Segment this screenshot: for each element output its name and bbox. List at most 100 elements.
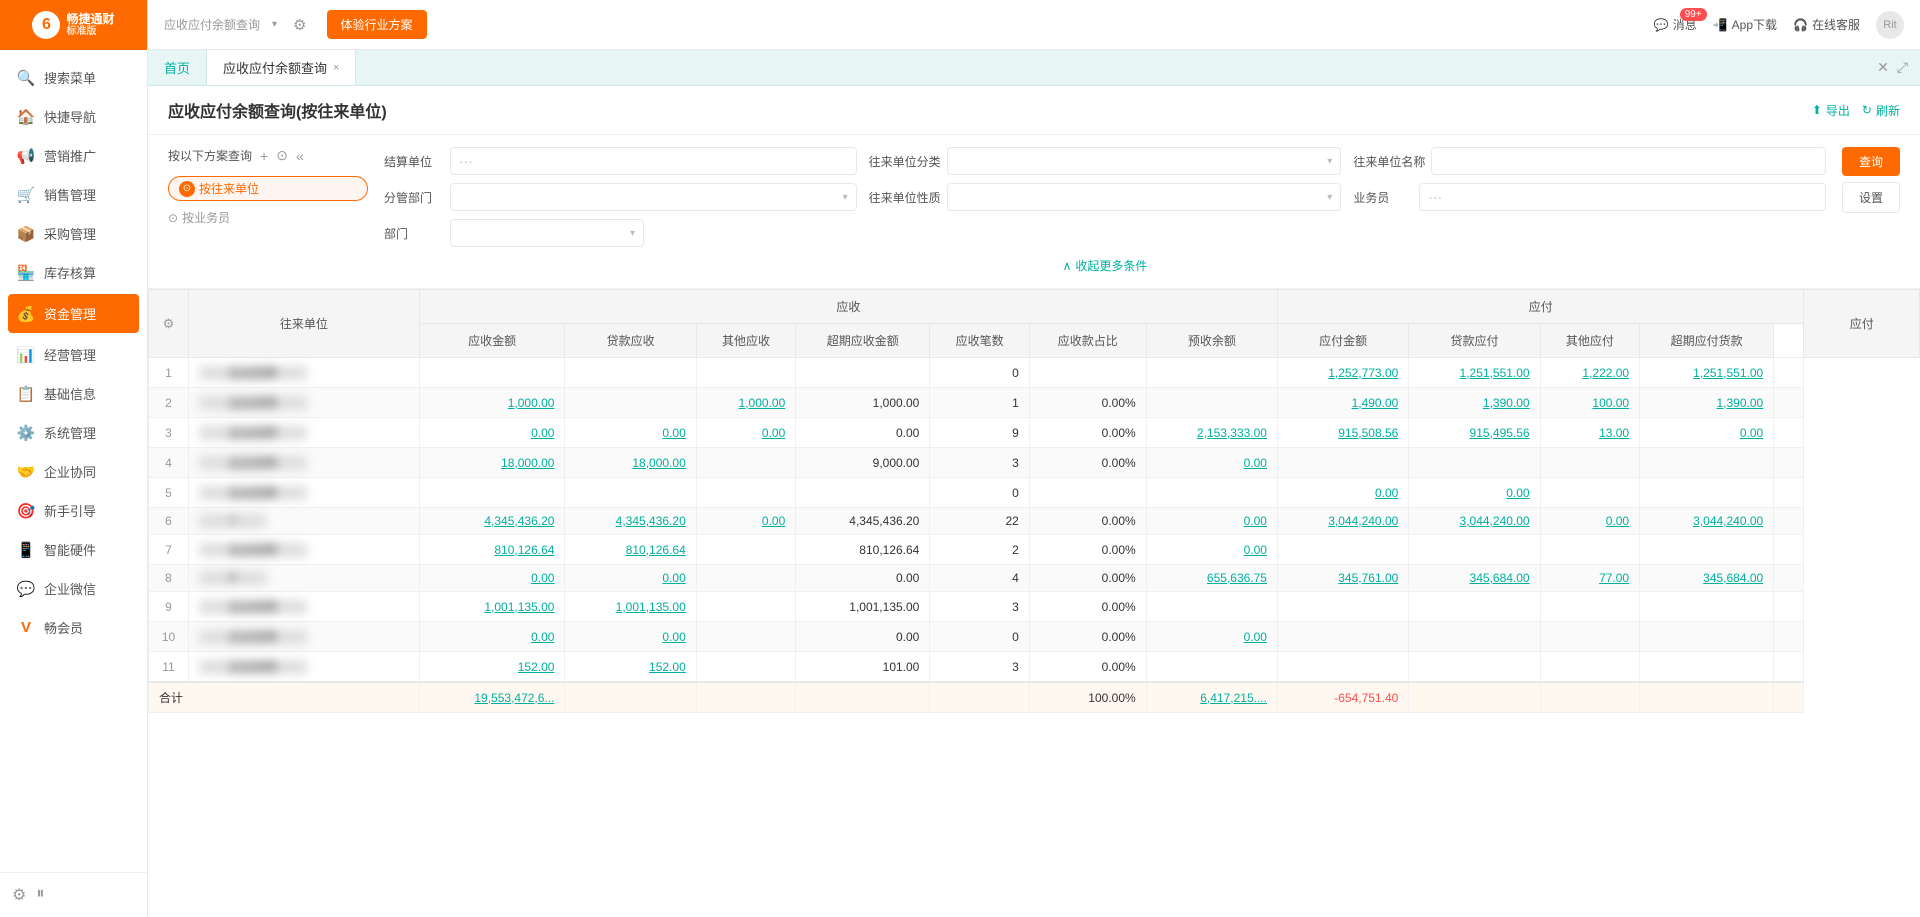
tab-actions: ✕ ⤢ bbox=[1865, 50, 1920, 85]
dept-input[interactable]: ▾ bbox=[450, 219, 644, 247]
th-ap-group: 应付 bbox=[1277, 290, 1804, 324]
filter-row-1: 结算单位 ··· 往来单位分类 ▾ bbox=[384, 147, 1826, 175]
cell-partner: 企业名称 bbox=[189, 652, 420, 683]
message-button[interactable]: 💬 消息 99+ bbox=[1654, 16, 1697, 33]
unit-nature-input[interactable]: ▾ bbox=[947, 183, 1342, 211]
table-row: 4企业名称18,000.0018,000.009,000.0030.00%0.0… bbox=[149, 448, 1920, 478]
sidebar-item-operation[interactable]: 📊 经营管理 bbox=[0, 335, 147, 374]
row-number: 8 bbox=[149, 565, 189, 592]
sidebar-item-guide[interactable]: 🎯 新手引导 bbox=[0, 491, 147, 530]
dept-label: 部门 bbox=[384, 225, 444, 242]
sidebar-item-finance[interactable]: 💰 资金管理 bbox=[8, 294, 139, 333]
filter-by-salesman-button[interactable]: ⊙ 按业务员 bbox=[168, 209, 368, 226]
table-row: 9企业名称1,001,135.001,001,135.001,001,135.0… bbox=[149, 592, 1920, 622]
sidebar-item-hardware[interactable]: 📱 智能硬件 bbox=[0, 530, 147, 569]
field-dept-manager: 分管部门 ▾ bbox=[384, 183, 857, 211]
sidebar-item-shortcut[interactable]: 🏠 快捷导航 bbox=[0, 97, 147, 136]
gear-icon[interactable]: ⚙ bbox=[293, 16, 306, 34]
sidebar-item-purchase[interactable]: 📦 采购管理 bbox=[0, 214, 147, 253]
sidebar: 6 畅捷通财 标准版 🔍 搜索菜单 🏠 快捷导航 📢 营销推广 🛒 销售管理 📦… bbox=[0, 0, 148, 917]
sidebar-item-marketing[interactable]: 📢 营销推广 bbox=[0, 136, 147, 175]
page-title: 应收应付余额查询(按往来单位) bbox=[168, 98, 387, 122]
filter-by-partner-button[interactable]: ⊙ 按往来单位 bbox=[168, 176, 368, 201]
sidebar-item-sales[interactable]: 🛒 销售管理 bbox=[0, 175, 147, 214]
cell-partner: 7 bbox=[189, 508, 420, 535]
refresh-button[interactable]: ↻ 刷新 bbox=[1862, 102, 1900, 119]
wechat-icon: 💬 bbox=[16, 580, 36, 598]
refresh-label: 刷新 bbox=[1876, 102, 1900, 119]
trial-button[interactable]: 体验行业方案 bbox=[327, 10, 427, 39]
collapse-label: 收起更多条件 bbox=[1075, 257, 1147, 274]
footer-ar-other bbox=[696, 682, 796, 713]
page-actions: ⬆ 导出 ↻ 刷新 bbox=[1812, 102, 1900, 119]
maximize-icon[interactable]: ⤢ bbox=[1897, 59, 1908, 76]
cell-partner: 企业名称 bbox=[189, 388, 420, 418]
th-ap-other: 其他应付 bbox=[1540, 324, 1640, 358]
table-area[interactable]: ⚙ 往来单位 应收 应付 应付 应收金额 bbox=[148, 289, 1920, 917]
footer-ar-amount[interactable]: 19,553,472,6... bbox=[419, 682, 565, 713]
app-download-button[interactable]: 📲 App下载 bbox=[1713, 16, 1777, 33]
th-ar-other: 其他应收 bbox=[696, 324, 796, 358]
active-filter-icon: ⊙ bbox=[179, 181, 195, 197]
avatar[interactable]: Rit bbox=[1876, 11, 1904, 39]
sidebar-item-label: 经营管理 bbox=[44, 345, 96, 364]
unit-name-input[interactable] bbox=[1431, 147, 1826, 175]
breadcrumb: 应收应付余额查询 bbox=[164, 16, 260, 33]
sidebar-item-label: 畅会员 bbox=[44, 618, 83, 637]
salesman-label: 业务员 bbox=[1353, 189, 1413, 206]
sidebar-item-wechat[interactable]: 💬 企业微信 bbox=[0, 569, 147, 608]
row-number: 4 bbox=[149, 448, 189, 478]
sidebar-item-base[interactable]: 📋 基础信息 bbox=[0, 374, 147, 413]
filter-collapse-icon[interactable]: « bbox=[296, 148, 304, 164]
table-row: 5企业名称00.000.00 bbox=[149, 478, 1920, 508]
message-icon: 💬 bbox=[1654, 18, 1669, 32]
sidebar-item-system[interactable]: ⚙️ 系统管理 bbox=[0, 413, 147, 452]
field-unit-name: 往来单位名称 bbox=[1353, 147, 1826, 175]
collapse-button[interactable]: ∧ 收起更多条件 bbox=[384, 251, 1826, 280]
chevron-down-icon[interactable]: ▾ bbox=[272, 19, 277, 30]
query-button[interactable]: 查询 bbox=[1842, 147, 1900, 176]
home-icon: 🏠 bbox=[16, 108, 36, 126]
app-label: App下载 bbox=[1732, 16, 1777, 33]
table-row: 8P0.000.000.0040.00%655,636.75345,761.00… bbox=[149, 565, 1920, 592]
system-icon: ⚙️ bbox=[16, 424, 36, 442]
jiesuan-unit-input[interactable]: ··· bbox=[450, 147, 857, 175]
sidebar-item-label: 快捷导航 bbox=[44, 107, 96, 126]
header: 应收应付余额查询 ▾ ⚙ 体验行业方案 💬 消息 99+ 📲 App下载 🎧 在… bbox=[148, 0, 1920, 50]
filter-setting-icon[interactable]: ⊙ bbox=[276, 147, 288, 164]
dept-manager-input[interactable]: ▾ bbox=[450, 183, 857, 211]
set-button[interactable]: 设置 bbox=[1842, 182, 1900, 213]
unit-class-input[interactable]: ▾ bbox=[947, 147, 1342, 175]
cell-partner: 企业名称 bbox=[189, 358, 420, 388]
jiesuan-unit-label: 结算单位 bbox=[384, 153, 444, 170]
filter-area: 按以下方案查询 + ⊙ « ⊙ 按往来单位 ⊙ 按业务员 bbox=[148, 135, 1920, 289]
tab-home[interactable]: 首页 bbox=[148, 50, 207, 85]
add-filter-icon[interactable]: + bbox=[260, 148, 268, 164]
sidebar-item-vip[interactable]: V 畅会员 bbox=[0, 608, 147, 647]
th-ar-loan: 贷款应收 bbox=[565, 324, 696, 358]
pause-icon[interactable]: ⏸ bbox=[36, 885, 44, 905]
table-footer-row: 合计 19,553,472,6... 100.00% 6,417,215....… bbox=[149, 682, 1920, 713]
sidebar-item-corp[interactable]: 🤝 企业协同 bbox=[0, 452, 147, 491]
export-button[interactable]: ⬆ 导出 bbox=[1812, 102, 1850, 119]
cell-partner: 企业名称 bbox=[189, 592, 420, 622]
th-config[interactable]: ⚙ bbox=[149, 290, 189, 358]
page-header: 应收应付余额查询(按往来单位) ⬆ 导出 ↻ 刷新 bbox=[148, 86, 1920, 135]
base-icon: 📋 bbox=[16, 385, 36, 403]
sidebar-item-search[interactable]: 🔍 搜索菜单 bbox=[0, 58, 147, 97]
online-service-button[interactable]: 🎧 在线客服 bbox=[1793, 16, 1860, 33]
footer-ar-advance[interactable]: 6,417,215.... bbox=[1146, 682, 1277, 713]
logo-icon: 6 bbox=[32, 11, 60, 39]
tab-close-icon[interactable]: × bbox=[333, 62, 339, 74]
close-window-icon[interactable]: ✕ bbox=[1877, 59, 1889, 76]
data-table: ⚙ 往来单位 应收 应付 应付 应收金额 bbox=[148, 289, 1920, 713]
table-row: 1企业名称01,252,773.001,251,551.001,222.001,… bbox=[149, 358, 1920, 388]
tab-arquery-label: 应收应付余额查询 bbox=[223, 58, 327, 77]
sidebar-item-inventory[interactable]: 🏪 库存核算 bbox=[0, 253, 147, 292]
salesman-input[interactable]: ··· bbox=[1419, 183, 1826, 211]
filter-label: 按以下方案查询 bbox=[168, 147, 252, 164]
settings-bottom-icon[interactable]: ⚙ bbox=[12, 885, 26, 905]
sidebar-item-label: 企业协同 bbox=[44, 462, 96, 481]
tab-arquery[interactable]: 应收应付余额查询 × bbox=[207, 50, 356, 85]
table-row: 10企业名称0.000.000.0000.00%0.00 bbox=[149, 622, 1920, 652]
